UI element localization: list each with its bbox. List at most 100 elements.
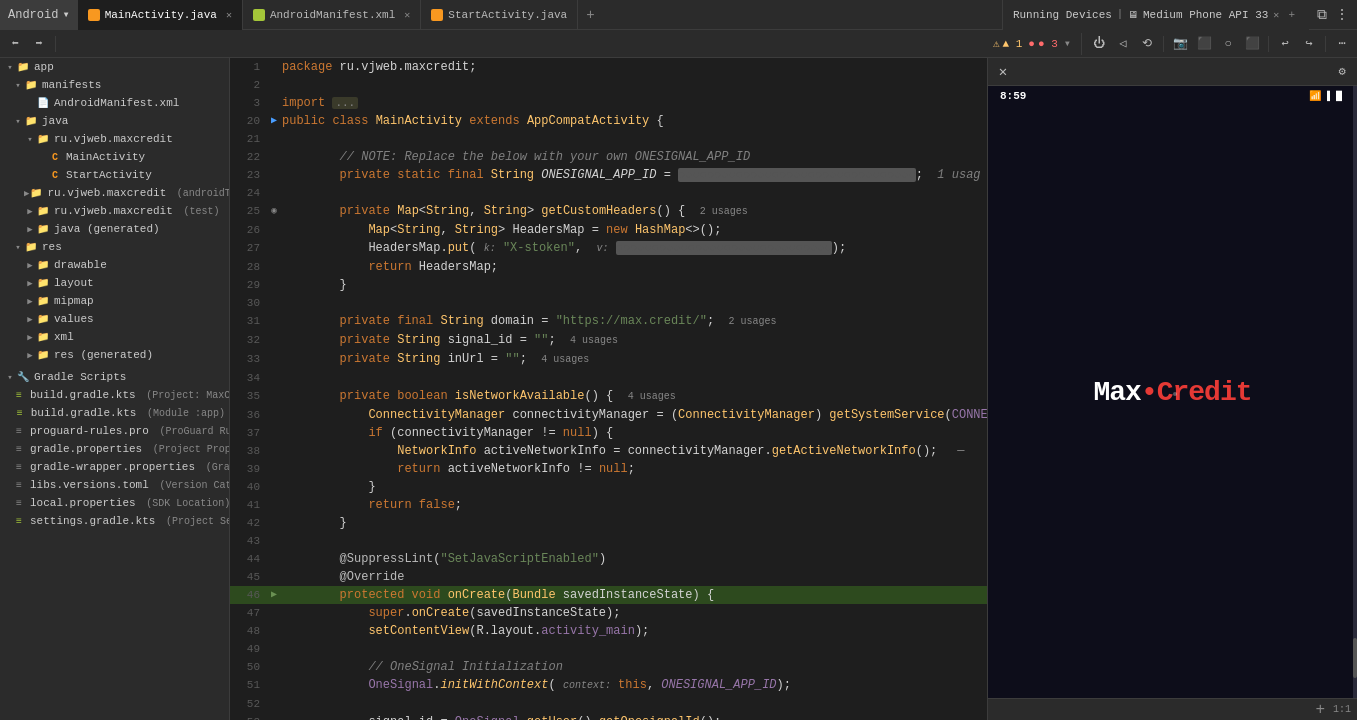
warning-chevron[interactable]: ▾	[1064, 36, 1071, 51]
sidebar-item-build-gradle-project[interactable]: ≡ build.gradle.kts (Project: MaxCredit)	[0, 386, 229, 404]
tab-android-manifest-close[interactable]: ✕	[404, 9, 410, 21]
redo-icon[interactable]: ↪	[1298, 33, 1320, 55]
code-editor: 1 package ru.vjweb.maxcredit; 2 3 import…	[230, 58, 987, 720]
sidebar-item-java[interactable]: ▾ 📁 java	[0, 112, 229, 130]
line-content-26: Map<String, String> HeadersMap = new Has…	[278, 221, 987, 239]
warning-icon: ⚠	[993, 37, 1000, 50]
tab-android-manifest[interactable]: AndroidManifest.xml ✕	[243, 0, 421, 30]
folder-mipmap-icon: 📁	[36, 294, 50, 308]
sidebar-item-androidmanifest[interactable]: 📄 AndroidManifest.xml	[0, 94, 229, 112]
arrow-drawable: ▶	[24, 260, 36, 271]
restore-window-icon[interactable]: ⧉	[1315, 5, 1329, 25]
proguard-icon: ≡	[12, 424, 26, 438]
back-button[interactable]: ⬅	[4, 33, 26, 55]
sidebar-item-mainactivity[interactable]: C MainActivity	[0, 148, 229, 166]
sidebar-item-gradle-scripts[interactable]: ▾ 🔧 Gradle Scripts	[0, 368, 229, 386]
line-number-40: 40	[230, 478, 270, 496]
android-menu[interactable]: Android ▾	[0, 0, 78, 29]
sidebar-item-build-gradle-module[interactable]: ≡ build.gradle.kts (Module :app)	[0, 404, 229, 422]
folder-java-generated-icon: 📁	[36, 222, 50, 236]
sidebar-item-values[interactable]: ▶ 📁 values	[0, 310, 229, 328]
line-content-35: private boolean isNetworkAvailable() { 4…	[278, 387, 987, 406]
sidebar-item-androidtest[interactable]: ▶ 📁 ru.vjweb.maxcredit (androidTest)	[0, 184, 229, 202]
line-content-1: package ru.vjweb.maxcredit;	[278, 58, 987, 76]
error-badge[interactable]: ● ● 3	[1028, 38, 1057, 50]
sidebar-item-libs-versions[interactable]: ≡ libs.versions.toml (Version Catalog)	[0, 476, 229, 494]
sidebar-item-gradle-properties[interactable]: ≡ gradle.properties (Project Properties)	[0, 440, 229, 458]
line-number-37: 37	[230, 424, 270, 442]
stop-icon[interactable]: ⬛	[1241, 33, 1263, 55]
code-line-52: 52	[230, 695, 987, 713]
sidebar-item-gradle-wrapper[interactable]: ≡ gradle-wrapper.properties (Gradle Ve..…	[0, 458, 229, 476]
home-icon[interactable]: ○	[1217, 33, 1239, 55]
code-area[interactable]: 1 package ru.vjweb.maxcredit; 2 3 import…	[230, 58, 987, 720]
line-number-21: 21	[230, 130, 270, 148]
android-dropdown-icon[interactable]: ▾	[62, 7, 69, 22]
device-tab-close[interactable]: ✕	[1273, 9, 1279, 21]
new-tab-button[interactable]: +	[1284, 9, 1299, 21]
sidebar-item-java-generated[interactable]: ▶ 📁 java (generated)	[0, 220, 229, 238]
bookmark-icon-25: ◉	[271, 202, 276, 220]
sidebar-item-xml[interactable]: ▶ 📁 xml	[0, 328, 229, 346]
sidebar-item-manifests[interactable]: ▾ 📁 manifests	[0, 76, 229, 94]
line-content-38: NetworkInfo activeNetworkInfo = connecti…	[278, 442, 987, 460]
device-close-button[interactable]: ✕	[992, 61, 1014, 83]
device-screen: 8:59 📶 ▐ ▐▌ Max•Credit	[988, 86, 1357, 698]
running-devices-tab: Running Devices | 🖥 Medium Phone API 33 …	[1002, 0, 1309, 30]
screenshot-icon[interactable]: 📷	[1169, 33, 1191, 55]
tab-main-activity-close[interactable]: ✕	[226, 9, 232, 21]
line-content-41: return false;	[278, 496, 987, 514]
back-device-icon[interactable]: ◁	[1112, 33, 1134, 55]
sidebar-item-test[interactable]: ▶ 📁 ru.vjweb.maxcredit (test)	[0, 202, 229, 220]
logo-text-white: Max	[1093, 377, 1140, 408]
sidebar-item-app[interactable]: ▾ 📁 app	[0, 58, 229, 76]
more-device-options[interactable]: ⋯	[1331, 33, 1353, 55]
line-number-31: 31	[230, 312, 270, 330]
tabs-area: MainActivity.java ✕ AndroidManifest.xml …	[78, 0, 1002, 30]
logo-dot: •	[1141, 377, 1157, 408]
line-number-38: 38	[230, 442, 270, 460]
sidebar-item-settings-gradle[interactable]: ≡ settings.gradle.kts (Project Settings)	[0, 512, 229, 530]
rotate-icon[interactable]: ⟲	[1136, 33, 1158, 55]
folder-xml-icon: 📁	[36, 330, 50, 344]
sidebar-item-proguard[interactable]: ≡ proguard-rules.pro (ProGuard Rules fo.…	[0, 422, 229, 440]
libs-versions-icon: ≡	[12, 478, 26, 492]
sidebar-item-package[interactable]: ▾ 📁 ru.vjweb.maxcredit	[0, 130, 229, 148]
undo-icon[interactable]: ↩	[1274, 33, 1296, 55]
line-content-33: private String inUrl = ""; 4 usages	[278, 350, 987, 369]
sidebar-item-local-properties[interactable]: ≡ local.properties (SDK Location)	[0, 494, 229, 512]
tab-start-activity[interactable]: StartActivity.java	[421, 0, 578, 30]
sidebar-item-res-generated[interactable]: ▶ 📁 res (generated)	[0, 346, 229, 364]
forward-button[interactable]: ➡	[28, 33, 50, 55]
xml-icon	[253, 9, 265, 21]
sidebar-item-startactivity[interactable]: C StartActivity	[0, 166, 229, 184]
code-line-38: 38 NetworkInfo activeNetworkInfo = conne…	[230, 442, 987, 460]
add-tab-button[interactable]: +	[578, 7, 602, 23]
gradle-project-icon: ≡	[12, 388, 26, 402]
sidebar-label-gradle-properties: gradle.properties (Project Properties)	[30, 443, 230, 455]
sidebar-item-layout[interactable]: ▶ 📁 layout	[0, 274, 229, 292]
sidebar-label-mipmap: mipmap	[54, 295, 94, 307]
sidebar-item-mipmap[interactable]: ▶ 📁 mipmap	[0, 292, 229, 310]
sidebar-item-drawable[interactable]: ▶ 📁 drawable	[0, 256, 229, 274]
add-device-button[interactable]: +	[1315, 701, 1325, 719]
code-line-23: 23 private static final String ONESIGNAL…	[230, 166, 987, 184]
line-marker-25: ◉	[270, 202, 278, 220]
sidebar-label-package: ru.vjweb.maxcredit	[54, 133, 173, 145]
device-scrollbar-thumb[interactable]	[1353, 638, 1357, 678]
screen-record-icon[interactable]: ⬛	[1193, 33, 1215, 55]
arrow-res: ▾	[12, 242, 24, 253]
device-scrollbar[interactable]	[1353, 86, 1357, 698]
code-line-31: 31 private final String domain = "https:…	[230, 312, 987, 331]
warning-badge[interactable]: ⚠ ▲ 1	[993, 37, 1022, 50]
more-options-icon[interactable]: ⋮	[1333, 4, 1351, 25]
line-content-37: if (connectivityManager != null) {	[278, 424, 987, 442]
sidebar-item-res[interactable]: ▾ 📁 res	[0, 238, 229, 256]
folder-drawable-icon: 📁	[36, 258, 50, 272]
power-icon[interactable]: ⏻	[1088, 33, 1110, 55]
sidebar-label-proguard: proguard-rules.pro (ProGuard Rules fo...	[30, 425, 230, 437]
tab-main-activity[interactable]: MainActivity.java ✕	[78, 0, 243, 30]
code-line-39: 39 return activeNetworkInfo != null;	[230, 460, 987, 478]
line-content-28: return HeadersMap;	[278, 258, 987, 276]
device-settings-icon[interactable]: ⚙	[1331, 61, 1353, 83]
